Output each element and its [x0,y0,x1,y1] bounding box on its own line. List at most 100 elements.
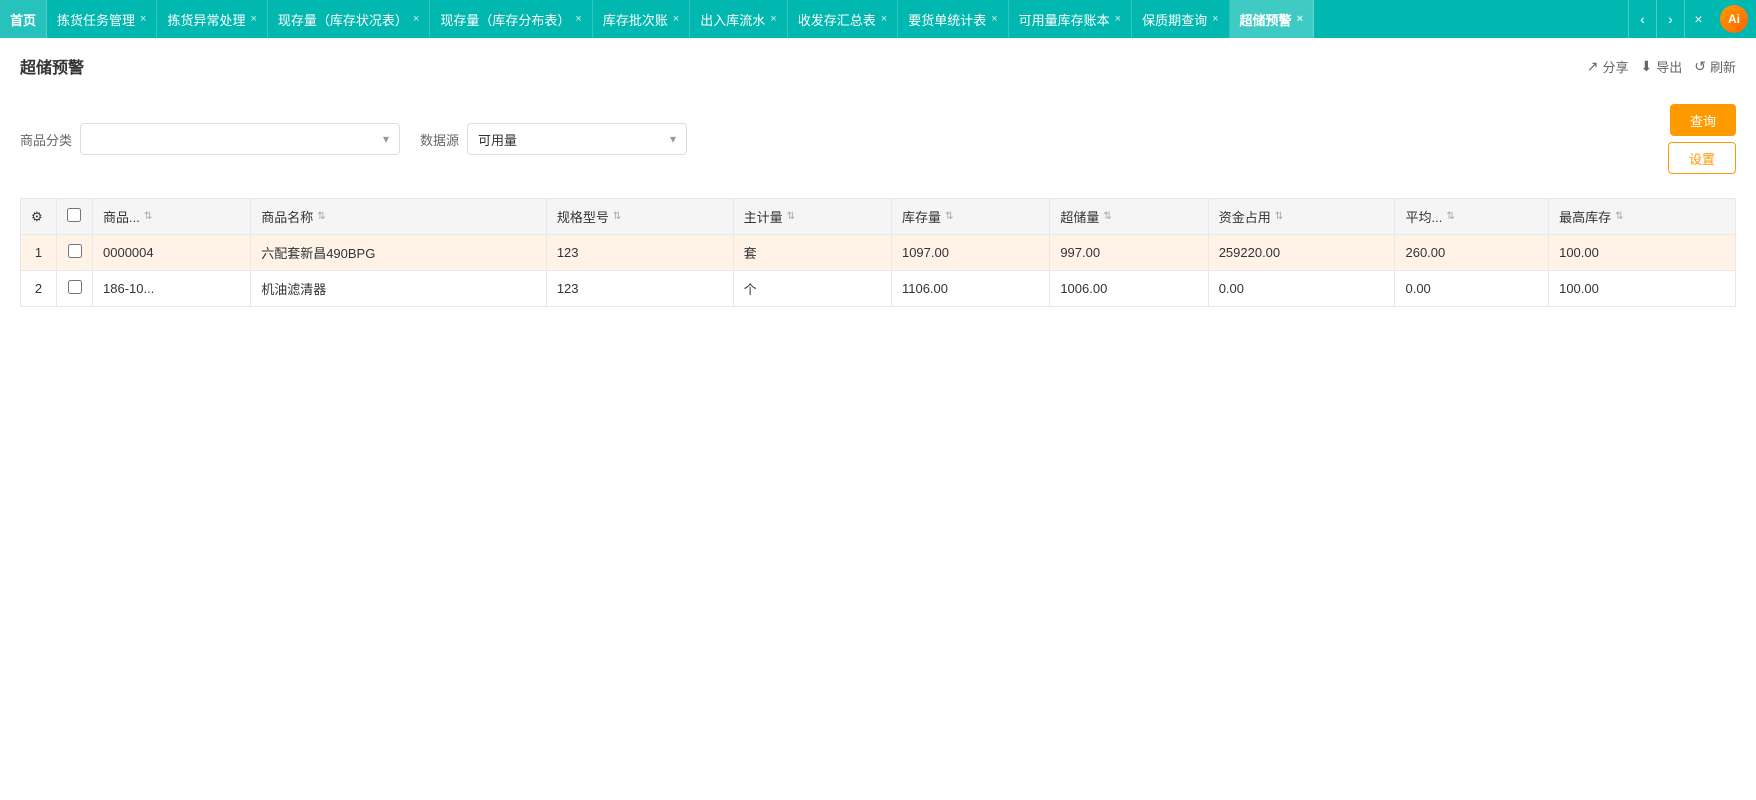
close-overstock-icon[interactable]: × [1297,13,1303,25]
th-unit[interactable]: 主计量 ⇅ [733,199,891,235]
row-checkbox[interactable] [68,280,82,294]
nav-tab-overstock[interactable]: 超储预警 × [1230,0,1314,38]
row-unit: 套 [733,235,891,271]
gear-icon[interactable]: ⚙ [31,209,43,224]
category-select[interactable]: ▾ [80,123,400,155]
nav-tab-home[interactable]: 首页 [0,0,47,38]
th-checkbox[interactable] [57,199,93,235]
row-spec: 123 [546,235,733,271]
sort-overstock[interactable]: 超储量 ⇅ [1060,207,1111,226]
row-num: 1 [21,235,57,271]
filter-area: 商品分类 ▾ 数据源 可用量 ▾ 查询 设置 [20,94,1736,184]
flow-tab-label: 出入库流水 [700,10,765,29]
th-code[interactable]: 商品... ⇅ [93,199,251,235]
sort-code-icon: ⇅ [144,211,152,222]
query-button[interactable]: 查询 [1670,104,1736,136]
row-capital: 0.00 [1208,271,1395,307]
th-name[interactable]: 商品名称 ⇅ [251,199,547,235]
sort-max-stock-icon: ⇅ [1615,211,1623,222]
sort-unit[interactable]: 主计量 ⇅ [744,207,795,226]
sort-spec[interactable]: 规格型号 ⇅ [557,207,621,226]
row-avg: 260.00 [1395,235,1549,271]
th-spec-label: 规格型号 [557,207,609,226]
row-overstock: 1006.00 [1050,271,1208,307]
th-overstock-label: 超储量 [1060,207,1099,226]
data-table: ⚙ 商品... ⇅ 商品名称 ⇅ [20,198,1736,307]
nav-close-button[interactable]: × [1684,0,1712,38]
close-flow-icon[interactable]: × [770,13,776,25]
row-checkbox-cell[interactable] [57,235,93,271]
sort-spec-icon: ⇅ [613,211,621,222]
table-row: 1 0000004 六配套新昌490BPG 123 套 1097.00 997.… [21,235,1736,271]
close-expiry-icon[interactable]: × [1212,13,1218,25]
nav-tab-exception[interactable]: 拣货异常处理 × [157,0,267,38]
sort-capital-icon: ⇅ [1275,211,1283,222]
close-stock-status-icon[interactable]: × [413,13,419,25]
row-name: 六配套新昌490BPG [251,235,547,271]
export-button[interactable]: ⬇ 导出 [1641,57,1683,76]
close-available-icon[interactable]: × [1115,13,1121,25]
close-task-icon[interactable]: × [140,13,146,25]
avatar[interactable]: Ai [1720,5,1748,33]
row-max-stock: 100.00 [1549,235,1736,271]
th-settings[interactable]: ⚙ [21,199,57,235]
row-max-stock: 100.00 [1549,271,1736,307]
row-overstock: 997.00 [1050,235,1208,271]
row-checkbox-cell[interactable] [57,271,93,307]
nav-tab-stock-status[interactable]: 现存量（库存状况表） × [268,0,430,38]
refresh-button[interactable]: ↺ 刷新 [1694,57,1736,76]
select-all-checkbox[interactable] [67,208,81,222]
expiry-tab-label: 保质期查询 [1142,10,1207,29]
th-spec[interactable]: 规格型号 ⇅ [546,199,733,235]
nav-tab-batch[interactable]: 库存批次账 × [593,0,690,38]
nav-tab-flow[interactable]: 出入库流水 × [690,0,787,38]
close-demand-icon[interactable]: × [991,13,997,25]
sort-name-icon: ⇅ [317,211,325,222]
nav-tab-available[interactable]: 可用量库存账本 × [1009,0,1132,38]
th-stock[interactable]: 库存量 ⇅ [891,199,1049,235]
close-stock-dist-icon[interactable]: × [575,13,581,25]
refresh-icon: ↺ [1694,58,1706,75]
close-batch-icon[interactable]: × [673,13,679,25]
home-tab-label: 首页 [10,10,36,29]
sort-unit-icon: ⇅ [787,211,795,222]
nav-next-button[interactable]: › [1656,0,1684,38]
avatar-initials: Ai [1728,12,1740,26]
nav-tab-demand[interactable]: 要货单统计表 × [898,0,1008,38]
th-max-stock-label: 最高库存 [1559,207,1611,226]
nav-tab-summary[interactable]: 收发存汇总表 × [788,0,898,38]
header-actions: ↗ 分享 ⬇ 导出 ↺ 刷新 [1587,57,1736,76]
share-icon: ↗ [1587,58,1599,75]
filter-buttons: 查询 设置 [1668,104,1736,174]
sort-name[interactable]: 商品名称 ⇅ [261,207,325,226]
nav-tab-stock-dist[interactable]: 现存量（库存分布表） × [430,0,592,38]
sort-stock[interactable]: 库存量 ⇅ [902,207,953,226]
nav-prev-button[interactable]: ‹ [1628,0,1656,38]
row-spec: 123 [546,271,733,307]
settings-button[interactable]: 设置 [1668,142,1736,174]
table-row: 2 186-10... 机油滤清器 123 个 1106.00 1006.00 … [21,271,1736,307]
sort-max-stock[interactable]: 最高库存 ⇅ [1559,207,1623,226]
th-max-stock[interactable]: 最高库存 ⇅ [1549,199,1736,235]
th-overstock[interactable]: 超储量 ⇅ [1050,199,1208,235]
demand-tab-label: 要货单统计表 [908,10,986,29]
export-label: 导出 [1656,57,1682,76]
share-button[interactable]: ↗ 分享 [1587,57,1629,76]
table-header-row: ⚙ 商品... ⇅ 商品名称 ⇅ [21,199,1736,235]
th-avg[interactable]: 平均... ⇅ [1395,199,1549,235]
row-name: 机油滤清器 [251,271,547,307]
close-summary-icon[interactable]: × [881,13,887,25]
sort-code[interactable]: 商品... ⇅ [103,207,152,226]
nav-tab-task[interactable]: 拣货任务管理 × [47,0,157,38]
nav-arrows: ‹ › × [1628,0,1712,38]
th-capital[interactable]: 资金占用 ⇅ [1208,199,1395,235]
row-checkbox[interactable] [68,244,82,258]
batch-tab-label: 库存批次账 [603,10,668,29]
nav-tab-expiry[interactable]: 保质期查询 × [1132,0,1229,38]
page-content: 超储预警 ↗ 分享 ⬇ 导出 ↺ 刷新 商品分类 ▾ 数据源 [0,38,1756,800]
sort-capital[interactable]: 资金占用 ⇅ [1219,207,1283,226]
close-exception-icon[interactable]: × [250,13,256,25]
sort-avg[interactable]: 平均... ⇅ [1405,207,1454,226]
category-label: 商品分类 [20,130,72,149]
datasource-select[interactable]: 可用量 ▾ [467,123,687,155]
